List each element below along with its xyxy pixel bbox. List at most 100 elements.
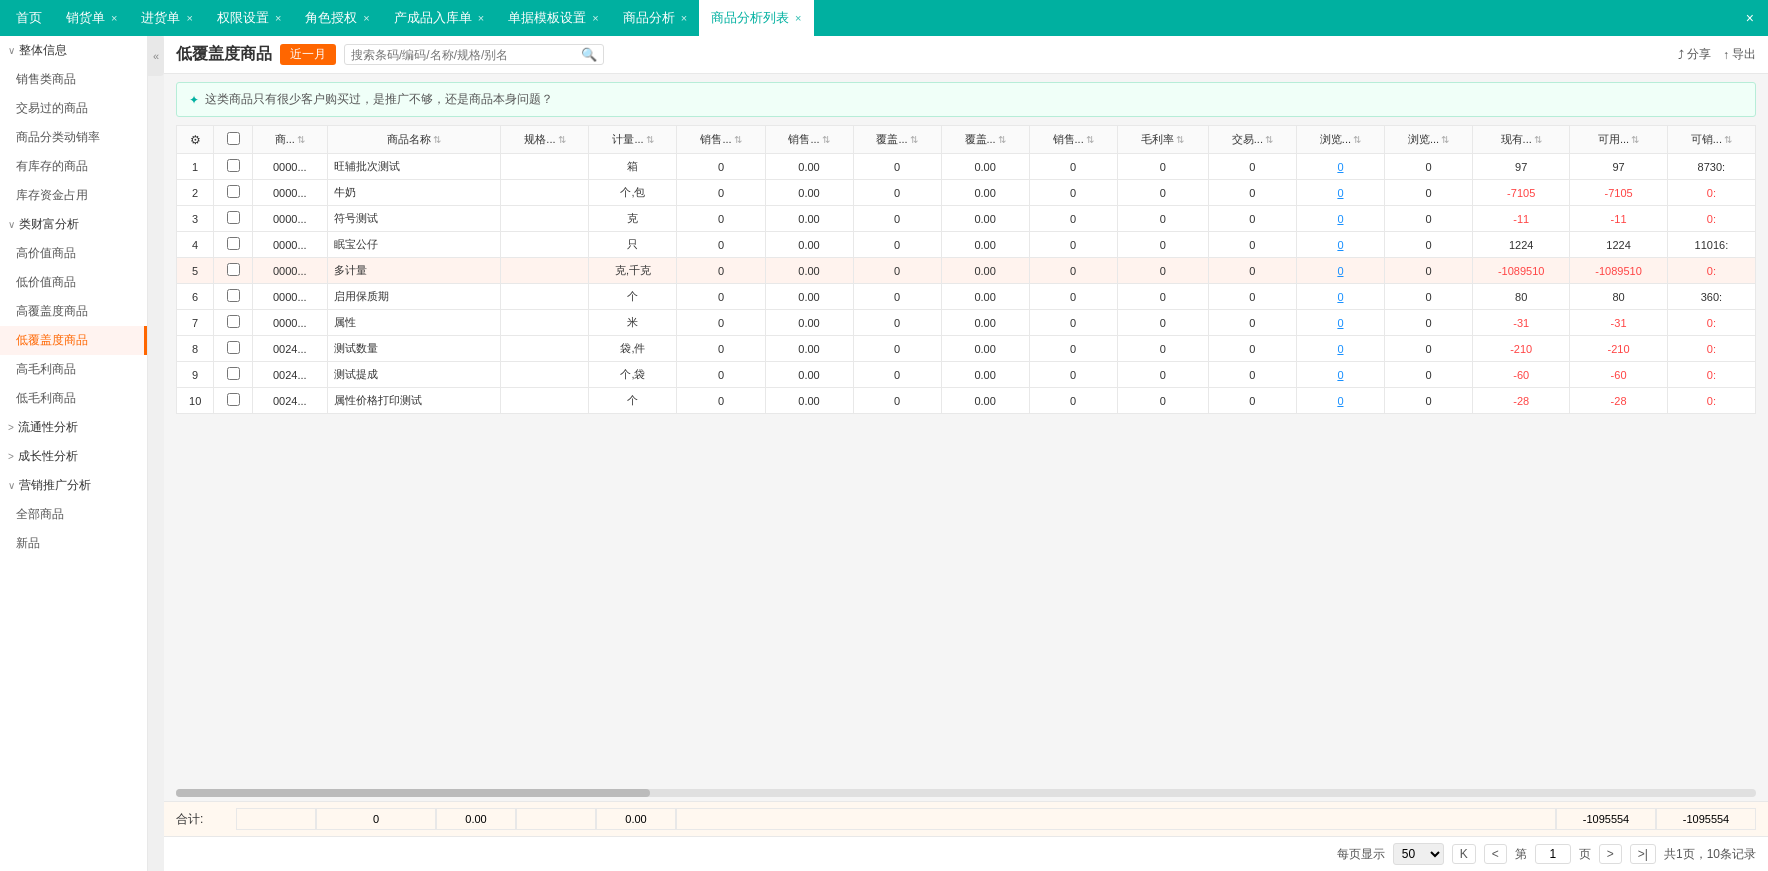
last-page-button[interactable]: >| [1630, 844, 1656, 864]
sidebar-item-all-goods[interactable]: 全部商品 [0, 500, 147, 529]
th-gross-rate[interactable]: 毛利率⇅ [1117, 126, 1208, 154]
nav-tab-permissions[interactable]: 权限设置 × [205, 0, 293, 36]
prev-page-button[interactable]: < [1484, 844, 1507, 864]
nav-tab-home[interactable]: 首页 [4, 0, 54, 36]
nav-tab-analysis[interactable]: 商品分析 × [611, 0, 699, 36]
close-analysis-tab[interactable]: × [681, 12, 687, 24]
sidebar-section-growth[interactable]: > 成长性分析 [0, 442, 147, 471]
row-checkbox[interactable] [227, 289, 240, 302]
sidebar-section-overall[interactable]: ∨ 整体信息 [0, 36, 147, 65]
sidebar-section-circulation[interactable]: > 流通性分析 [0, 413, 147, 442]
nav-tab-sales[interactable]: 销货单 × [54, 0, 129, 36]
td-checkbox[interactable] [214, 232, 253, 258]
row-checkbox[interactable] [227, 341, 240, 354]
sidebar-section-wealth[interactable]: ∨ 类财富分析 [0, 210, 147, 239]
th-spec[interactable]: 规格...⇅ [501, 126, 589, 154]
td-checkbox[interactable] [214, 310, 253, 336]
th-sales2[interactable]: 销售...⇅ [1029, 126, 1117, 154]
sidebar-item-low-margin[interactable]: 低毛利商品 [0, 384, 147, 413]
sidebar-section-marketing[interactable]: ∨ 营销推广分析 [0, 471, 147, 500]
th-available[interactable]: 可用...⇅ [1570, 126, 1667, 154]
td-browse1[interactable]: 0 [1296, 180, 1384, 206]
row-checkbox[interactable] [227, 185, 240, 198]
td-checkbox[interactable] [214, 284, 253, 310]
sidebar-item-in-stock[interactable]: 有库存的商品 [0, 152, 147, 181]
th-code[interactable]: 商...⇅ [252, 126, 327, 154]
th-name[interactable]: 商品名称⇅ [327, 126, 501, 154]
th-unit[interactable]: 计量...⇅ [589, 126, 677, 154]
scroll-thumb[interactable] [176, 789, 650, 797]
th-browse1[interactable]: 浏览...⇅ [1296, 126, 1384, 154]
td-checkbox[interactable] [214, 154, 253, 180]
th-sales-qty[interactable]: 销售...⇅ [677, 126, 765, 154]
th-current[interactable]: 现有...⇅ [1472, 126, 1569, 154]
td-browse1[interactable]: 0 [1296, 362, 1384, 388]
td-checkbox[interactable] [214, 258, 253, 284]
th-trade[interactable]: 交易...⇅ [1208, 126, 1296, 154]
td-checkbox[interactable] [214, 206, 253, 232]
settings-icon[interactable]: ⚙ [190, 133, 201, 147]
sidebar-item-stock-capital[interactable]: 库存资金占用 [0, 181, 147, 210]
td-browse1[interactable]: 0 [1296, 284, 1384, 310]
sidebar-item-low-coverage[interactable]: 低覆盖度商品 [0, 326, 147, 355]
next-page-button[interactable]: > [1599, 844, 1622, 864]
sidebar-item-new-goods[interactable]: 新品 [0, 529, 147, 558]
th-browse2[interactable]: 浏览...⇅ [1384, 126, 1472, 154]
td-checkbox[interactable] [214, 388, 253, 414]
row-checkbox[interactable] [227, 315, 240, 328]
row-checkbox[interactable] [227, 263, 240, 276]
close-all-button[interactable]: × [1740, 8, 1760, 28]
close-purchase-tab[interactable]: × [186, 12, 192, 24]
sidebar-item-traded-goods[interactable]: 交易过的商品 [0, 94, 147, 123]
export-button[interactable]: ↑ 导出 [1723, 46, 1756, 63]
td-checkbox[interactable] [214, 180, 253, 206]
page-size-select[interactable]: 50 20 100 200 [1393, 843, 1444, 865]
close-permissions-tab[interactable]: × [275, 12, 281, 24]
nav-tab-template[interactable]: 单据模板设置 × [496, 0, 610, 36]
page-number-input[interactable] [1535, 844, 1571, 864]
td-browse1[interactable]: 0 [1296, 232, 1384, 258]
row-checkbox[interactable] [227, 367, 240, 380]
sidebar-item-category-rate[interactable]: 商品分类动销率 [0, 123, 147, 152]
close-analysis-list-tab[interactable]: × [795, 12, 801, 24]
row-checkbox[interactable] [227, 237, 240, 250]
first-page-button[interactable]: K [1452, 844, 1476, 864]
nav-tab-product-entry[interactable]: 产成品入库单 × [382, 0, 496, 36]
sidebar-item-sales-goods[interactable]: 销售类商品 [0, 65, 147, 94]
search-input[interactable] [351, 48, 581, 62]
close-template-tab[interactable]: × [592, 12, 598, 24]
row-checkbox[interactable] [227, 211, 240, 224]
close-product-entry-tab[interactable]: × [478, 12, 484, 24]
td-browse1[interactable]: 0 [1296, 206, 1384, 232]
sidebar-item-low-value[interactable]: 低价值商品 [0, 268, 147, 297]
search-icon[interactable]: 🔍 [581, 47, 597, 62]
table-container[interactable]: ⚙ 商...⇅ 商品名称⇅ 规格...⇅ 计量...⇅ 销售...⇅ 销售...… [164, 117, 1768, 785]
share-button[interactable]: ⤴ 分享 [1678, 46, 1711, 63]
sidebar-item-high-margin[interactable]: 高毛利商品 [0, 355, 147, 384]
select-all-checkbox[interactable] [227, 132, 240, 145]
td-checkbox[interactable] [214, 362, 253, 388]
date-filter-button[interactable]: 近一月 [280, 44, 336, 65]
td-browse1[interactable]: 0 [1296, 154, 1384, 180]
nav-tab-analysis-list[interactable]: 商品分析列表 × [699, 0, 813, 36]
td-browse1[interactable]: 0 [1296, 336, 1384, 362]
row-checkbox[interactable] [227, 393, 240, 406]
th-saleable[interactable]: 可销...⇅ [1667, 126, 1755, 154]
nav-tab-roles[interactable]: 角色授权 × [293, 0, 381, 36]
horizontal-scroll-area[interactable] [164, 785, 1768, 801]
th-checkbox[interactable] [214, 126, 253, 154]
sidebar-item-high-value[interactable]: 高价值商品 [0, 239, 147, 268]
sidebar-toggle[interactable]: « [148, 36, 164, 76]
sidebar-item-high-coverage[interactable]: 高覆盖度商品 [0, 297, 147, 326]
th-sales-amt[interactable]: 销售...⇅ [765, 126, 853, 154]
close-roles-tab[interactable]: × [363, 12, 369, 24]
th-cover2[interactable]: 覆盖...⇅ [941, 126, 1029, 154]
nav-tab-purchase[interactable]: 进货单 × [129, 0, 204, 36]
row-checkbox[interactable] [227, 159, 240, 172]
td-checkbox[interactable] [214, 336, 253, 362]
scroll-track[interactable] [176, 789, 1756, 797]
td-browse1[interactable]: 0 [1296, 310, 1384, 336]
th-cover1[interactable]: 覆盖...⇅ [853, 126, 941, 154]
td-browse1[interactable]: 0 [1296, 388, 1384, 414]
td-browse1[interactable]: 0 [1296, 258, 1384, 284]
